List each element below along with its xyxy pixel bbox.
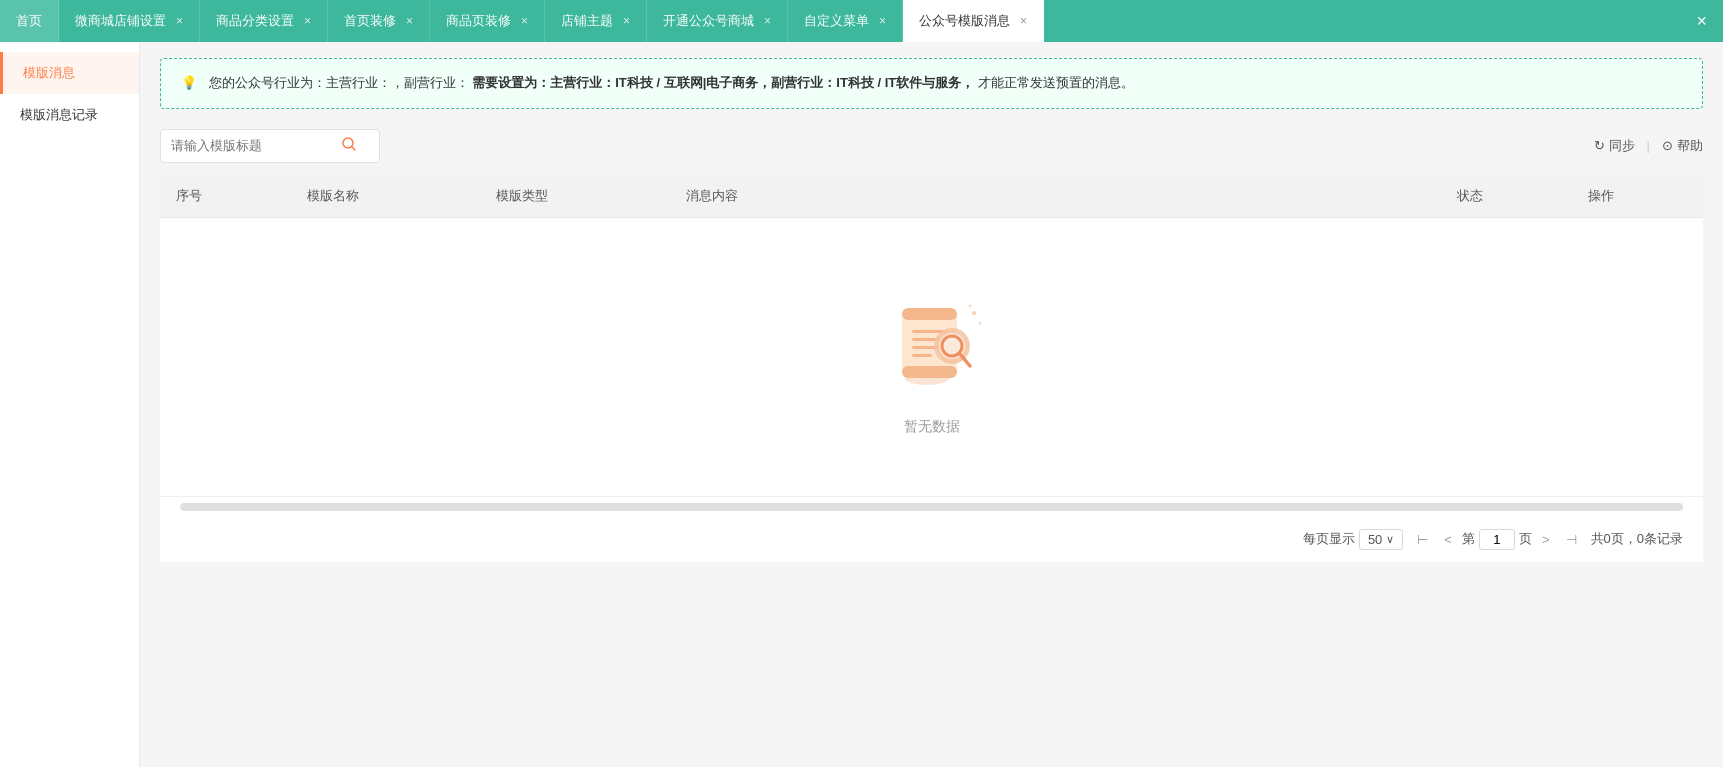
close-all-button[interactable]: × — [1680, 11, 1723, 32]
empty-text: 暂无数据 — [180, 418, 1683, 436]
help-label: 帮助 — [1677, 137, 1703, 155]
main-layout: 模版消息 模版消息记录 💡 您的公众号行业为：主营行业：，副营行业： 需要设置为… — [0, 42, 1723, 767]
tab-wechat-template[interactable]: 公众号模版消息 × — [903, 0, 1044, 42]
page-input[interactable] — [1479, 529, 1515, 550]
next-page-button[interactable]: > — [1536, 530, 1556, 549]
empty-illustration — [872, 278, 992, 398]
col-name: 模版名称 — [291, 175, 480, 218]
tab-custom-menu-close[interactable]: × — [879, 14, 886, 28]
page-size-select: 每页显示 50 ∨ — [1303, 529, 1403, 550]
sidebar-item-template-msg-log-label: 模版消息记录 — [20, 107, 98, 122]
notice-icon: 💡 — [181, 75, 197, 90]
tab-home[interactable]: 首页 — [0, 0, 59, 42]
last-page-button[interactable]: ⊣ — [1560, 530, 1583, 549]
page-nav: ⊢ < 第 页 > ⊣ — [1411, 529, 1582, 550]
page-size-dropdown[interactable]: 50 ∨ — [1359, 529, 1403, 550]
tab-weishop-label: 微商城店铺设置 — [75, 12, 166, 30]
tab-product-decor[interactable]: 商品页装修 × — [430, 0, 545, 42]
tab-shop-theme-label: 店铺主题 — [561, 12, 613, 30]
search-button[interactable] — [341, 136, 357, 155]
svg-point-15 — [978, 321, 981, 324]
search-input[interactable] — [171, 138, 341, 153]
tab-product-decor-close[interactable]: × — [521, 14, 528, 28]
svg-rect-5 — [902, 366, 957, 378]
toolbar-right: ↻ 同步 | ⊙ 帮助 — [1594, 137, 1703, 155]
page-total: 共0页，0条记录 — [1591, 530, 1683, 548]
svg-point-14 — [972, 311, 976, 315]
tab-open-wechat-label: 开通公众号商城 — [663, 12, 754, 30]
sidebar-item-template-msg-log[interactable]: 模版消息记录 — [0, 94, 139, 136]
prev-page-button[interactable]: < — [1438, 530, 1458, 549]
col-index: 序号 — [160, 175, 291, 218]
help-button[interactable]: ⊙ 帮助 — [1662, 137, 1703, 155]
notice-highlight: 需要设置为：主营行业：IT科技 / 互联网|电子商务，副营行业：IT科技 / I… — [472, 75, 974, 90]
notice-banner: 💡 您的公众号行业为：主营行业：，副营行业： 需要设置为：主营行业：IT科技 /… — [160, 58, 1703, 109]
sync-button[interactable]: ↻ 同步 — [1594, 137, 1635, 155]
notice-suffix: 才能正常发送预置的消息。 — [978, 75, 1134, 90]
tab-home-decor-label: 首页装修 — [344, 12, 396, 30]
tab-bar: 首页 微商城店铺设置 × 商品分类设置 × 首页装修 × 商品页装修 × 店铺主… — [0, 0, 1723, 42]
pagination: 每页显示 50 ∨ ⊢ < 第 页 > ⊣ 共0页，0条记录 — [160, 517, 1703, 562]
search-input-wrap[interactable] — [160, 129, 380, 163]
svg-rect-4 — [902, 308, 957, 320]
page-size-label: 每页显示 — [1303, 530, 1355, 548]
sidebar-item-template-msg[interactable]: 模版消息 — [0, 52, 139, 94]
tab-open-wechat-close[interactable]: × — [764, 14, 771, 28]
page-size-value: 50 — [1368, 532, 1382, 547]
svg-line-1 — [352, 147, 356, 151]
sidebar-item-template-msg-label: 模版消息 — [23, 65, 75, 80]
divider: | — [1647, 138, 1650, 153]
tab-weishop-close[interactable]: × — [176, 14, 183, 28]
first-page-button[interactable]: ⊢ — [1411, 530, 1434, 549]
data-table: 序号 模版名称 模版类型 消息内容 状态 操作 — [160, 175, 1703, 496]
fake-scrollbar[interactable] — [180, 503, 1683, 511]
table-wrap: 序号 模版名称 模版类型 消息内容 状态 操作 — [160, 175, 1703, 562]
tab-custom-menu[interactable]: 自定义菜单 × — [788, 0, 903, 42]
tab-home-label: 首页 — [16, 12, 42, 30]
empty-state: 暂无数据 — [160, 218, 1703, 496]
tab-open-wechat[interactable]: 开通公众号商城 × — [647, 0, 788, 42]
search-bar: ↻ 同步 | ⊙ 帮助 — [160, 129, 1703, 163]
svg-point-16 — [968, 304, 971, 307]
sync-icon: ↻ — [1594, 138, 1605, 153]
sidebar: 模版消息 模版消息记录 — [0, 42, 140, 767]
col-status: 状态 — [1441, 175, 1572, 218]
tab-custom-menu-label: 自定义菜单 — [804, 12, 869, 30]
page-label: 第 — [1462, 530, 1475, 548]
tab-wechat-template-close[interactable]: × — [1020, 14, 1027, 28]
table-header-row: 序号 模版名称 模版类型 消息内容 状态 操作 — [160, 175, 1703, 218]
content-area: 💡 您的公众号行业为：主营行业：，副营行业： 需要设置为：主营行业：IT科技 /… — [140, 42, 1723, 767]
scrollbar-area — [160, 496, 1703, 517]
tab-home-decor-close[interactable]: × — [406, 14, 413, 28]
tab-category-label: 商品分类设置 — [216, 12, 294, 30]
col-type: 模版类型 — [480, 175, 669, 218]
tab-weishop-setting[interactable]: 微商城店铺设置 × — [59, 0, 200, 42]
empty-state-row: 暂无数据 — [160, 217, 1703, 496]
tab-category-setting[interactable]: 商品分类设置 × — [200, 0, 328, 42]
chevron-down-icon: ∨ — [1386, 533, 1394, 546]
tab-shop-theme[interactable]: 店铺主题 × — [545, 0, 647, 42]
help-circle-icon: ⊙ — [1662, 138, 1673, 153]
tab-home-decor[interactable]: 首页装修 × — [328, 0, 430, 42]
svg-rect-9 — [912, 354, 932, 357]
sync-label: 同步 — [1609, 137, 1635, 155]
col-action: 操作 — [1572, 175, 1703, 218]
page-unit: 页 — [1519, 530, 1532, 548]
tab-shop-theme-close[interactable]: × — [623, 14, 630, 28]
tab-wechat-template-label: 公众号模版消息 — [919, 12, 1010, 30]
notice-prefix: 您的公众号行业为：主营行业：，副营行业： — [209, 75, 469, 90]
tab-product-decor-label: 商品页装修 — [446, 12, 511, 30]
col-content: 消息内容 — [670, 175, 1442, 218]
tab-category-close[interactable]: × — [304, 14, 311, 28]
